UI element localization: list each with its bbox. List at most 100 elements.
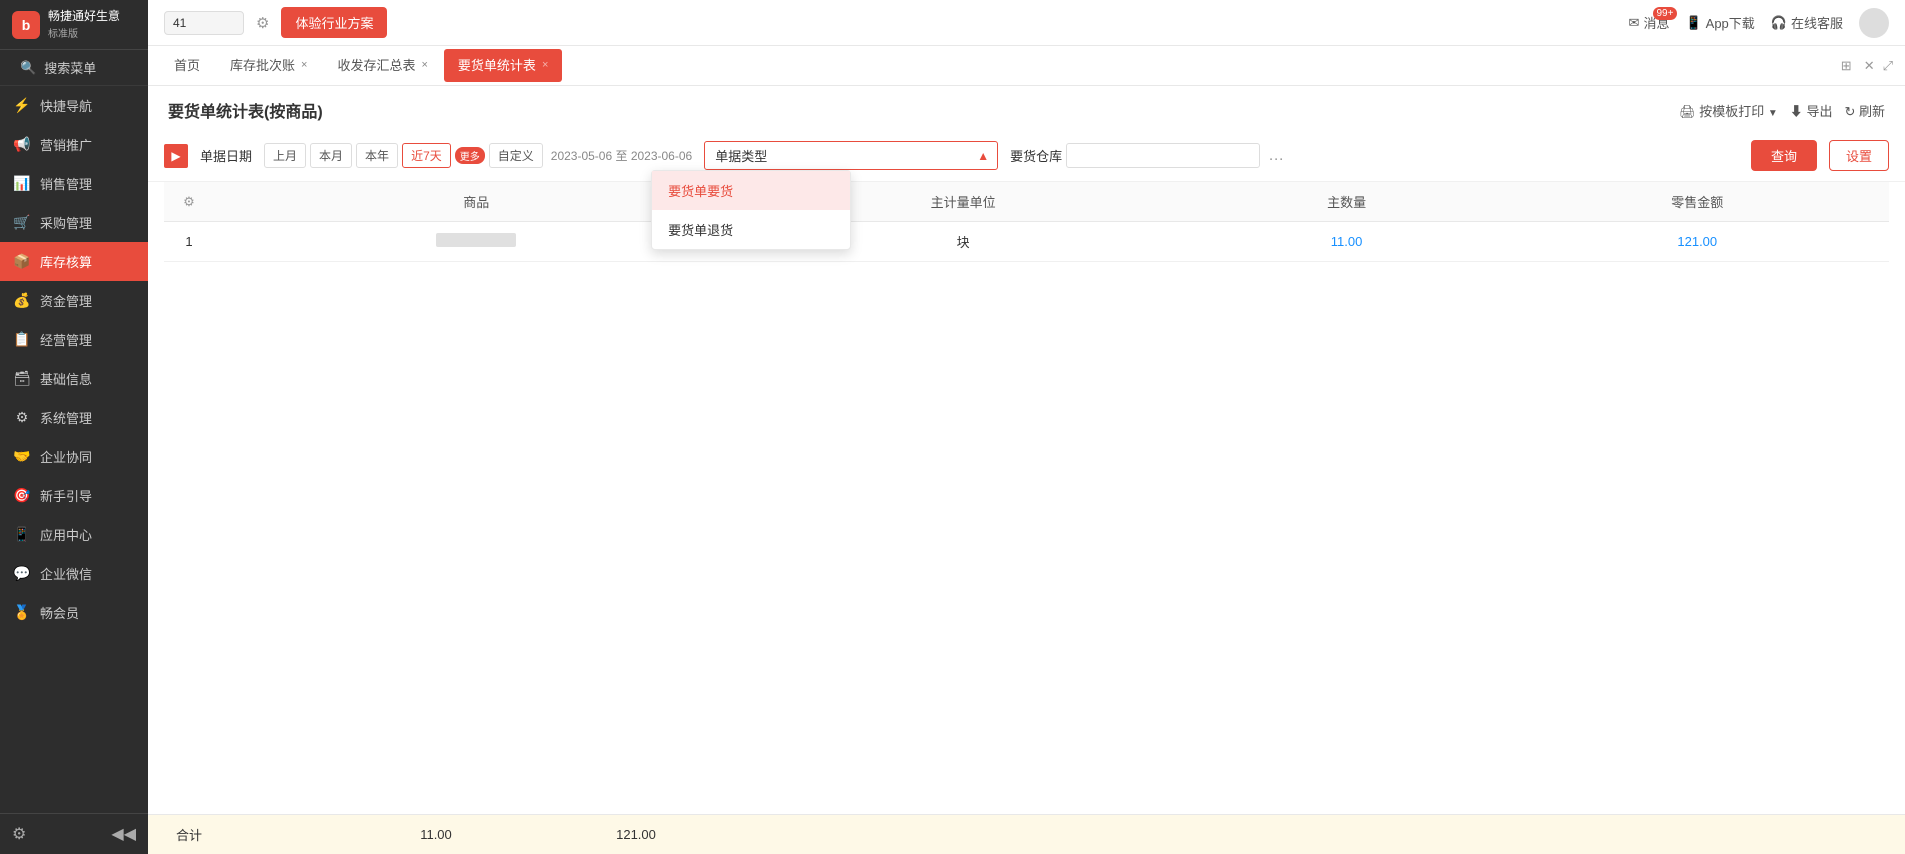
user-avatar[interactable] [1859, 8, 1889, 38]
row-main-qty[interactable]: 11.00 [1188, 222, 1506, 262]
sidebar-item-basic-info[interactable]: 🗃 基础信息 [0, 359, 148, 398]
purchase-icon: 🛒 [12, 214, 32, 231]
dropdown-item-order-goods[interactable]: 要货单要货 [652, 171, 850, 210]
app-download-icon: 📱 [1685, 15, 1701, 31]
main-area: ⚙ 体验行业方案 ✉ 消息 99+ 📱 App下载 🎧 在线客服 首页 [148, 0, 1905, 854]
date-btn-this-year[interactable]: 本年 [356, 143, 398, 168]
print-icon: 🖨 [1679, 104, 1696, 119]
sidebar-item-guide[interactable]: 🎯 新手引导 [0, 476, 148, 515]
wechat-icon: 💬 [12, 565, 32, 582]
tab-close-collect-summary[interactable]: × [421, 59, 427, 71]
refresh-button[interactable]: ↻ 刷新 [1844, 101, 1885, 120]
sidebar-nav: ⚡ 快捷导航 📢 营销推广 📊 销售管理 🛒 采购管理 📦 库存核算 💰 资金管… [0, 86, 148, 813]
col-header-retail-amount: 零售金额 [1506, 182, 1889, 222]
tab-home[interactable]: 首页 [160, 49, 214, 82]
date-btn-last-month[interactable]: 上月 [264, 143, 306, 168]
filter-more-icon[interactable]: … [1268, 147, 1284, 165]
tab-close-batch-account[interactable]: × [301, 59, 307, 71]
member-icon: 🏅 [12, 604, 32, 621]
doc-type-input[interactable] [777, 144, 969, 167]
footer-settings-button[interactable]: ⚙ [12, 824, 26, 844]
app-download-button[interactable]: 📱 App下载 [1685, 13, 1754, 32]
tab-collect-summary[interactable]: 收发存汇总表 × [323, 49, 441, 82]
filter-bar: ▶ 单据日期 上月 本月 本年 近7天 更多 自定义 2023-05-06 至 … [148, 130, 1905, 182]
sidebar-collapse-button[interactable]: ◀◀ [111, 824, 136, 844]
warehouse-filter: 要货仓库 … [1010, 143, 1284, 168]
print-chevron-icon: ▼ [1768, 108, 1778, 119]
row-retail-amount[interactable]: 121.00 [1506, 222, 1889, 262]
marketing-icon: 📢 [12, 136, 32, 153]
tab-bar: 首页 库存批次账 × 收发存汇总表 × 要货单统计表 × ⊞ ✕ ⤢ [148, 46, 1905, 86]
doc-type-input-group[interactable]: 单据类型 ▲ [704, 141, 998, 170]
table-footer: 合计 11.00 121.00 [148, 814, 1905, 854]
close-all-icon[interactable]: ✕ [1864, 58, 1875, 74]
table-settings-icon[interactable]: ⚙ [183, 194, 195, 209]
export-button[interactable]: ⬇ 导出 [1790, 101, 1833, 120]
tab-batch-account[interactable]: 库存批次账 × [216, 49, 321, 82]
operation-icon: 📋 [12, 331, 32, 348]
doc-type-chevron-icon[interactable]: ▲ [969, 145, 997, 167]
print-button[interactable]: 🖨 按模板打印 ▼ [1679, 101, 1778, 120]
online-service-button[interactable]: 🎧 在线客服 [1771, 13, 1843, 32]
expand-arrow-icon: ▶ [171, 149, 180, 163]
sidebar-item-inventory[interactable]: 📦 库存核算 [0, 242, 148, 281]
top-header-left: ⚙ 体验行业方案 [164, 7, 387, 38]
query-button[interactable]: 查询 [1751, 140, 1817, 171]
doc-type-label: 单据类型 [705, 142, 777, 169]
tab-expand-button[interactable]: ⊞ ✕ ⤢ [1841, 58, 1893, 74]
tab-close-order-stats[interactable]: × [542, 59, 548, 71]
sidebar-logo: b 畅捷通好生意 标准版 [0, 0, 148, 50]
search-menu[interactable]: 🔍 搜索菜单 [0, 50, 148, 86]
header-settings-icon[interactable]: ⚙ [256, 14, 269, 32]
doc-type-dropdown: 要货单要货 要货单退货 [651, 170, 851, 250]
app-download-label: App下载 [1706, 13, 1755, 32]
data-table: ⚙ 商品 主计量单位 主数量 零售金额 1 块 [164, 182, 1889, 262]
sidebar-item-member[interactable]: 🏅 畅会员 [0, 593, 148, 632]
tab-order-stats[interactable]: 要货单统计表 × [444, 49, 562, 82]
date-btn-7days[interactable]: 近7天 [402, 143, 451, 168]
industry-solution-button[interactable]: 体验行业方案 [281, 7, 387, 38]
footer-main-qty: 11.00 [376, 827, 496, 842]
page-header: 要货单统计表(按商品) 🖨 按模板打印 ▼ ⬇ 导出 ↻ 刷新 [148, 86, 1905, 130]
sidebar-item-enterprise[interactable]: 🤝 企业协同 [0, 437, 148, 476]
dropdown-item-return-goods[interactable]: 要货单退货 [652, 210, 850, 249]
maximize-icon[interactable]: ⤢ [1883, 58, 1893, 74]
sidebar-item-quick-nav[interactable]: ⚡ 快捷导航 [0, 86, 148, 125]
doc-type-filter: 单据类型 ▲ 要货单要货 要货单退货 [704, 141, 998, 170]
date-filter-label: 单据日期 [200, 146, 252, 165]
table-row: 1 块 11.00 121.00 [164, 222, 1889, 262]
top-header: ⚙ 体验行业方案 ✉ 消息 99+ 📱 App下载 🎧 在线客服 [148, 0, 1905, 46]
filter-expand-button[interactable]: ▶ [164, 144, 188, 168]
sidebar-footer: ⚙ ◀◀ [0, 813, 148, 854]
date-buttons: 上月 本月 本年 近7天 更多 自定义 2023-05-06 至 2023-06… [264, 143, 692, 168]
app-logo-text: 畅捷通好生意 标准版 [48, 9, 120, 40]
date-btn-this-month[interactable]: 本月 [310, 143, 352, 168]
sidebar-item-purchase[interactable]: 🛒 采购管理 [0, 203, 148, 242]
warehouse-label: 要货仓库 [1010, 146, 1062, 165]
page-actions: 🖨 按模板打印 ▼ ⬇ 导出 ↻ 刷新 [1679, 101, 1885, 120]
message-icon: ✉ [1629, 15, 1640, 31]
sidebar-item-operation[interactable]: 📋 经营管理 [0, 320, 148, 359]
search-icon: 🔍 [20, 60, 36, 76]
sidebar-item-finance[interactable]: 💰 资金管理 [0, 281, 148, 320]
page-title: 要货单统计表(按商品) [168, 98, 323, 122]
messages-button[interactable]: ✉ 消息 99+ [1629, 13, 1670, 32]
row-num: 1 [164, 222, 214, 262]
sidebar-item-marketing[interactable]: 📢 营销推广 [0, 125, 148, 164]
sidebar-item-sales[interactable]: 📊 销售管理 [0, 164, 148, 203]
date-btn-custom[interactable]: 自定义 [489, 143, 543, 168]
date-more-badge[interactable]: 更多 [455, 147, 485, 164]
content-area: 要货单统计表(按商品) 🖨 按模板打印 ▼ ⬇ 导出 ↻ 刷新 [148, 86, 1905, 854]
breadcrumb-input[interactable] [164, 11, 244, 35]
sidebar-item-app-center[interactable]: 📱 应用中心 [0, 515, 148, 554]
refresh-icon: ↻ [1844, 104, 1855, 119]
date-range-display: 2023-05-06 至 2023-06-06 [551, 147, 692, 164]
basic-info-icon: 🗃 [12, 370, 32, 387]
top-header-right: ✉ 消息 99+ 📱 App下载 🎧 在线客服 [1629, 8, 1889, 38]
guide-icon: 🎯 [12, 487, 32, 504]
warehouse-input[interactable] [1066, 143, 1260, 168]
sidebar-item-system[interactable]: ⚙ 系统管理 [0, 398, 148, 437]
sidebar-item-wechat[interactable]: 💬 企业微信 [0, 554, 148, 593]
sidebar: b 畅捷通好生意 标准版 🔍 搜索菜单 ⚡ 快捷导航 📢 营销推广 📊 销售管理… [0, 0, 148, 854]
settings-button[interactable]: 设置 [1829, 140, 1889, 171]
